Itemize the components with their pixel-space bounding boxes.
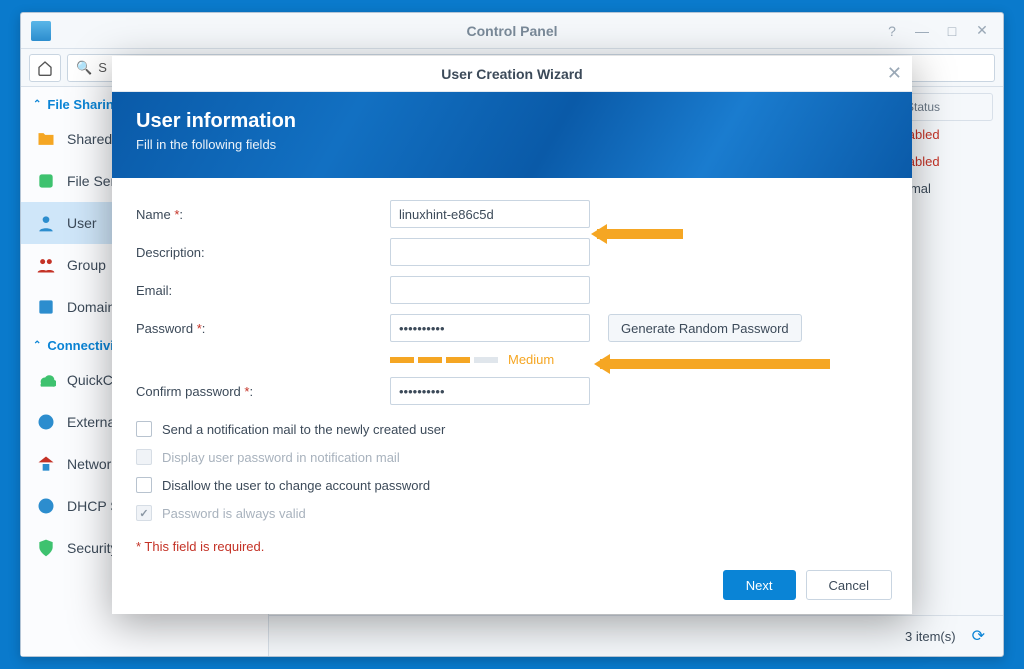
user-creation-wizard-modal: User Creation Wizard ✕ User information … <box>112 56 912 614</box>
display-pw-checkbox-row: Display user password in notification ma… <box>136 443 888 471</box>
chevron-up-icon: ⌃ <box>33 99 41 110</box>
notify-checkbox[interactable] <box>136 421 152 437</box>
disallow-change-checkbox-row: Disallow the user to change account pass… <box>136 471 888 499</box>
home-icon <box>37 60 53 76</box>
disallow-change-checkbox[interactable] <box>136 477 152 493</box>
network-icon <box>35 453 57 475</box>
notify-checkbox-row: Send a notification mail to the newly cr… <box>136 415 888 443</box>
stack-icon <box>35 170 57 192</box>
sidebar-item-label: Group <box>67 257 106 273</box>
modal-close-icon[interactable]: ✕ <box>887 63 902 84</box>
always-valid-checkbox <box>136 505 152 521</box>
generate-password-button[interactable]: Generate Random Password <box>608 314 802 342</box>
confirm-label: Confirm password *: <box>136 384 390 399</box>
globe-icon <box>35 411 57 433</box>
shield-icon <box>35 537 57 559</box>
help-icon[interactable]: ? <box>877 19 907 43</box>
disallow-change-label: Disallow the user to change account pass… <box>162 478 430 493</box>
confirm-password-input[interactable] <box>390 377 590 405</box>
cloud-icon <box>35 369 57 391</box>
domain-icon <box>35 296 57 318</box>
name-label: Name *: <box>136 207 390 222</box>
annotation-arrow <box>600 359 830 369</box>
window-controls: ? — □ ✕ <box>877 19 997 43</box>
modal-footer: Next Cancel <box>112 556 912 614</box>
modal-titlebar: User Creation Wizard ✕ <box>112 56 912 92</box>
description-label: Description: <box>136 245 390 260</box>
close-icon[interactable]: ✕ <box>967 19 997 43</box>
always-valid-checkbox-row: Password is always valid <box>136 499 888 527</box>
window-title: Control Panel <box>466 23 557 39</box>
password-label: Password *: <box>136 321 390 336</box>
user-icon <box>35 212 57 234</box>
required-note: * This field is required. <box>136 539 888 554</box>
strength-label: Medium <box>508 352 554 367</box>
sidebar-item-label: Security <box>67 540 118 556</box>
hero-subheading: Fill in the following fields <box>136 137 888 152</box>
name-input[interactable] <box>390 200 590 228</box>
folder-icon <box>35 128 57 150</box>
notify-label: Send a notification mail to the newly cr… <box>162 422 445 437</box>
display-pw-checkbox <box>136 449 152 465</box>
email-label: Email: <box>136 283 390 298</box>
reload-icon[interactable]: ⟳ <box>966 622 991 650</box>
hero-heading: User information <box>136 110 888 133</box>
modal-hero: User information Fill in the following f… <box>112 92 912 178</box>
display-pw-label: Display user password in notification ma… <box>162 450 400 465</box>
email-input[interactable] <box>390 276 590 304</box>
sidebar-group-label: File Sharing <box>47 97 121 112</box>
group-icon <box>35 254 57 276</box>
sidebar-item-label: Network <box>67 456 118 472</box>
strength-bars <box>390 357 498 363</box>
next-button[interactable]: Next <box>723 570 796 600</box>
control-panel-icon <box>31 21 51 41</box>
search-icon: 🔍 <box>76 60 92 76</box>
description-input[interactable] <box>390 238 590 266</box>
minimize-icon[interactable]: — <box>907 19 937 43</box>
titlebar: Control Panel ? — □ ✕ <box>21 13 1003 49</box>
cancel-button[interactable]: Cancel <box>806 570 892 600</box>
dhcp-icon <box>35 495 57 517</box>
table-footer: 3 item(s) ⟳ <box>269 615 1003 656</box>
chevron-up-icon: ⌃ <box>33 340 41 351</box>
always-valid-label: Password is always valid <box>162 506 306 521</box>
sidebar-item-label: User <box>67 215 97 231</box>
annotation-arrow <box>597 229 683 239</box>
maximize-icon[interactable]: □ <box>937 19 967 43</box>
modal-title: User Creation Wizard <box>441 66 582 82</box>
home-button[interactable] <box>29 54 61 82</box>
password-input[interactable] <box>390 314 590 342</box>
item-count: 3 item(s) <box>905 629 956 644</box>
